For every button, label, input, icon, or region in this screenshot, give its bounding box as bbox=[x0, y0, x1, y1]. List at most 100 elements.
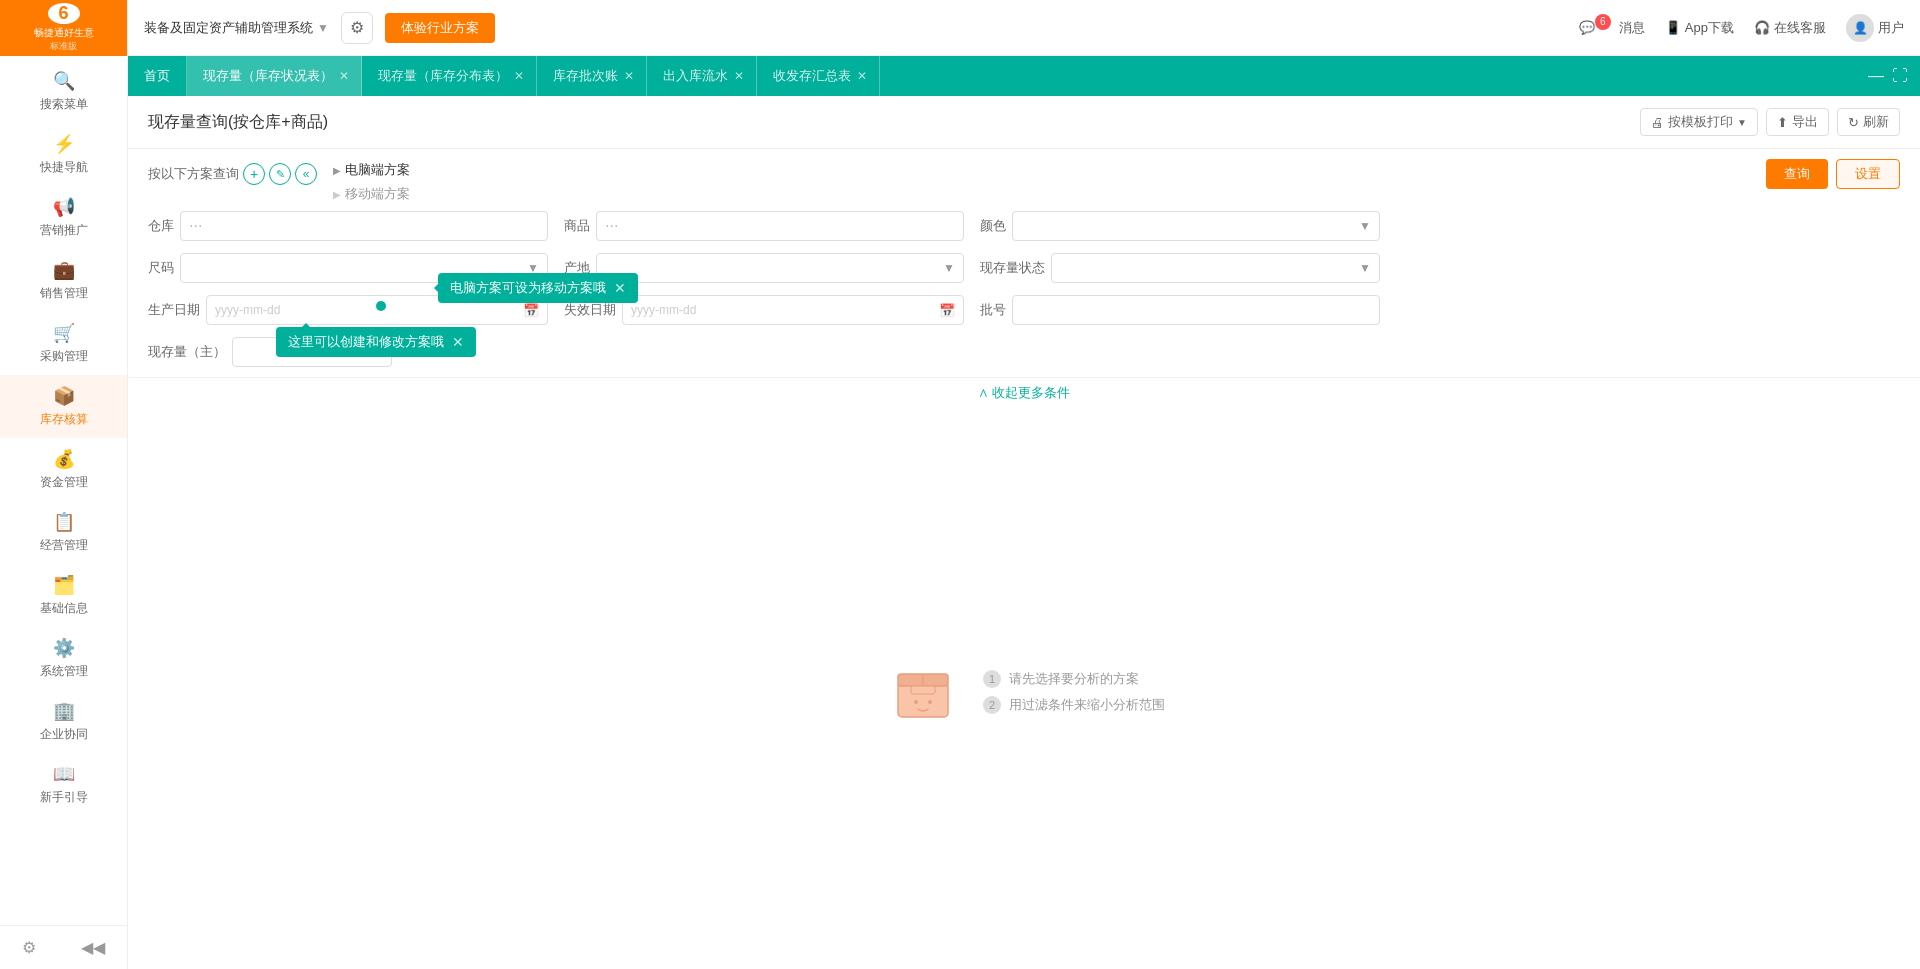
back-schema-btn[interactable]: « bbox=[295, 163, 317, 185]
tab-minimize-icon[interactable]: — bbox=[1868, 67, 1884, 85]
sidebar-item-marketing[interactable]: 📢 营销推广 bbox=[0, 186, 127, 249]
svg-point-5 bbox=[928, 700, 932, 704]
sidebar-item-enterprise[interactable]: 🏢 企业协同 bbox=[0, 690, 127, 753]
produce-date-placeholder: yyyy-mm-dd bbox=[215, 303, 280, 317]
refresh-btn[interactable]: ↻ 刷新 bbox=[1837, 108, 1900, 136]
empty-step2-label: 用过滤条件来缩小分析范围 bbox=[1009, 696, 1165, 714]
tab-inventory-dist-label: 现存量（库存分布表） bbox=[378, 67, 508, 85]
sidebar-item-system[interactable]: ⚙️ 系统管理 bbox=[0, 627, 127, 690]
sidebar-bottom: ⚙ ◀◀ bbox=[0, 925, 127, 969]
collapse-bar[interactable]: ∧ 收起更多条件 bbox=[128, 377, 1920, 410]
sidebar-item-basicinfo[interactable]: 🗂️ 基础信息 bbox=[0, 564, 127, 627]
edit-schema-btn[interactable]: ✎ bbox=[269, 163, 291, 185]
message-btn[interactable]: 💬 6 消息 bbox=[1579, 19, 1645, 37]
tab-batch-ledger[interactable]: 库存批次账 ✕ bbox=[537, 56, 647, 96]
empty-state: 1 请先选择要分析的方案 2 用过滤条件来缩小分析范围 bbox=[128, 414, 1920, 969]
purchase-icon: 🛒 bbox=[53, 322, 75, 344]
tooltip-create-close[interactable]: ✕ bbox=[452, 334, 464, 350]
tab-summary-label: 收发存汇总表 bbox=[773, 67, 851, 85]
tab-close-5[interactable]: ✕ bbox=[857, 69, 867, 83]
sidebar-item-operations[interactable]: 📋 经营管理 bbox=[0, 501, 127, 564]
tab-home-label: 首页 bbox=[144, 67, 170, 85]
operations-icon: 📋 bbox=[53, 511, 75, 533]
sidebar-item-finance[interactable]: 💰 资金管理 bbox=[0, 438, 127, 501]
tooltip-create: 这里可以创建和修改方案哦 ✕ bbox=[276, 327, 476, 357]
tab-maximize-icon[interactable]: ⛶ bbox=[1892, 67, 1908, 85]
batch-input[interactable] bbox=[1012, 295, 1380, 325]
schema-item-desktop[interactable]: ▶ 电脑端方案 bbox=[329, 159, 419, 181]
industry-btn[interactable]: 体验行业方案 bbox=[385, 13, 495, 43]
sidebar-item-basicinfo-label: 基础信息 bbox=[40, 600, 88, 617]
export-label: 导出 bbox=[1792, 113, 1818, 131]
tab-inout-flow[interactable]: 出入库流水 ✕ bbox=[647, 56, 757, 96]
origin-select[interactable]: ▼ bbox=[596, 253, 964, 283]
sidebar-item-inventory[interactable]: 📦 库存核算 bbox=[0, 375, 127, 438]
schema-list: ▶ 电脑端方案 ▶ 移动端方案 bbox=[329, 159, 419, 205]
warehouse-select[interactable]: ··· bbox=[180, 211, 548, 241]
warehouse-more: ··· bbox=[189, 217, 202, 235]
empty-num-1: 1 bbox=[983, 670, 1001, 688]
tab-inventory-dist[interactable]: 现存量（库存分布表） ✕ bbox=[362, 56, 537, 96]
tab-inventory-status[interactable]: 现存量（库存状况表） ✕ bbox=[187, 56, 362, 96]
app-download-btn[interactable]: 📱 App下载 bbox=[1665, 19, 1734, 37]
empty-step1-label: 请先选择要分析的方案 bbox=[1009, 670, 1139, 688]
tab-home[interactable]: 首页 bbox=[128, 56, 187, 96]
reset-btn[interactable]: 设置 bbox=[1836, 159, 1900, 189]
color-select[interactable]: ▼ bbox=[1012, 211, 1380, 241]
sidebar-item-search[interactable]: 🔍 搜索菜单 bbox=[0, 60, 127, 123]
online-support-label: 在线客服 bbox=[1774, 19, 1826, 37]
sidebar-item-newguide[interactable]: 📖 新手引导 bbox=[0, 753, 127, 816]
sidebar-item-quicknav[interactable]: ⚡ 快捷导航 bbox=[0, 123, 127, 186]
expire-date-input[interactable]: yyyy-mm-dd 📅 bbox=[622, 295, 964, 325]
tab-batch-ledger-label: 库存批次账 bbox=[553, 67, 618, 85]
empty-text: 1 请先选择要分析的方案 2 用过滤条件来缩小分析范围 bbox=[983, 670, 1165, 714]
color-dropdown-icon: ▼ bbox=[1359, 219, 1371, 233]
tab-bar: 首页 现存量（库存状况表） ✕ 现存量（库存分布表） ✕ 库存批次账 ✕ 出入库… bbox=[128, 56, 1920, 96]
system-name-dropdown[interactable]: 装备及固定资产辅助管理系统 ▼ bbox=[144, 19, 329, 37]
sidebar-item-sales[interactable]: 💼 销售管理 bbox=[0, 249, 127, 312]
stock-status-field: 现存量状态 ▼ bbox=[980, 253, 1380, 283]
filter-row-1: 仓库 ··· 商品 ··· 颜色 ▼ bbox=[128, 205, 1920, 247]
tab-close-1[interactable]: ✕ bbox=[339, 69, 349, 83]
goods-select[interactable]: ··· bbox=[596, 211, 964, 241]
collapse-sidebar-icon[interactable]: ◀◀ bbox=[81, 938, 105, 957]
stock-status-label: 现存量状态 bbox=[980, 259, 1045, 277]
header-right: 💬 6 消息 📱 App下载 🎧 在线客服 👤 用户 bbox=[1579, 14, 1904, 42]
origin-dropdown-icon: ▼ bbox=[943, 261, 955, 275]
stock-status-select[interactable]: ▼ bbox=[1051, 253, 1380, 283]
user-btn[interactable]: 👤 用户 bbox=[1846, 14, 1904, 42]
export-btn[interactable]: ⬆ 导出 bbox=[1766, 108, 1829, 136]
search-btn[interactable]: 查询 bbox=[1766, 159, 1828, 189]
tab-close-3[interactable]: ✕ bbox=[624, 69, 634, 83]
tooltip-schema-close[interactable]: ✕ bbox=[614, 280, 626, 296]
sidebar-item-enterprise-label: 企业协同 bbox=[40, 726, 88, 743]
expire-date-label: 失效日期 bbox=[564, 301, 616, 319]
schema-label-mobile: 移动端方案 bbox=[345, 185, 410, 203]
settings-bottom-icon[interactable]: ⚙ bbox=[22, 938, 36, 957]
sidebar-item-quicknav-label: 快捷导航 bbox=[40, 159, 88, 176]
system-icon: ⚙️ bbox=[53, 637, 75, 659]
tab-close-2[interactable]: ✕ bbox=[514, 69, 524, 83]
stock-qty-label: 现存量（主） bbox=[148, 343, 226, 361]
filter-section: 按以下方案查询 + ✎ « ▶ 电脑端方案 ▶ 移动端方案 bbox=[128, 149, 1920, 414]
tooltip-create-text: 这里可以创建和修改方案哦 bbox=[288, 333, 444, 351]
online-support-btn[interactable]: 🎧 在线客服 bbox=[1754, 19, 1826, 37]
message-icon: 💬 bbox=[1579, 20, 1595, 35]
batch-field: 批号 bbox=[980, 295, 1380, 325]
mobile-icon: 📱 bbox=[1665, 20, 1681, 35]
settings-button[interactable]: ⚙ bbox=[341, 12, 373, 44]
svg-point-4 bbox=[914, 700, 918, 704]
sidebar-item-purchase[interactable]: 🛒 采购管理 bbox=[0, 312, 127, 375]
message-count-badge: 6 bbox=[1595, 14, 1611, 30]
refresh-icon: ↻ bbox=[1848, 115, 1859, 130]
tab-close-4[interactable]: ✕ bbox=[734, 69, 744, 83]
tab-inout-flow-label: 出入库流水 bbox=[663, 67, 728, 85]
schema-item-mobile[interactable]: ▶ 移动端方案 bbox=[329, 183, 419, 205]
add-schema-btn[interactable]: + bbox=[243, 163, 265, 185]
system-name: 装备及固定资产辅助管理系统 bbox=[144, 19, 313, 37]
sidebar-item-sales-label: 销售管理 bbox=[40, 285, 88, 302]
newguide-icon: 📖 bbox=[53, 763, 75, 785]
tab-summary[interactable]: 收发存汇总表 ✕ bbox=[757, 56, 880, 96]
print-icon: 🖨 bbox=[1651, 115, 1664, 130]
print-btn[interactable]: 🖨 按模板打印 ▼ bbox=[1640, 108, 1758, 136]
